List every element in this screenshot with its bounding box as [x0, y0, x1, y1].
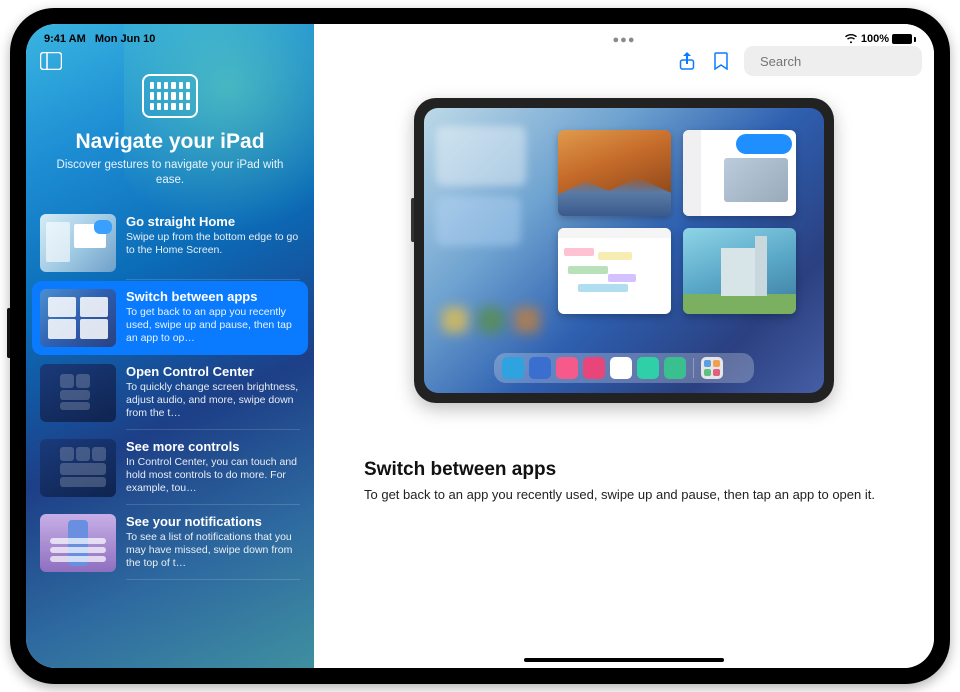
sidebar-thumb — [40, 514, 116, 572]
ipad-screen: 9:41 AM Mon Jun 10 100% — [26, 24, 934, 668]
sidebar: Navigate your iPad Discover gestures to … — [26, 24, 314, 668]
search-field[interactable] — [744, 46, 922, 76]
sidebar-item-go-straight-home[interactable]: Go straight Home Swipe up from the botto… — [32, 206, 308, 280]
sidebar-thumb — [40, 289, 116, 347]
sidebar-item-title: See your notifications — [126, 514, 300, 529]
sidebar-item-desc: To get back to an app you recently used,… — [126, 306, 300, 345]
navigate-ipad-icon — [142, 74, 198, 118]
sidebar-item-desc: To quickly change screen brightness, adj… — [126, 381, 300, 420]
home-indicator[interactable] — [524, 658, 724, 662]
battery-percent: 100% — [861, 33, 889, 45]
content-desc: To get back to an app you recently used,… — [364, 487, 884, 502]
sidebar-item-title: Open Control Center — [126, 364, 300, 379]
search-input[interactable] — [760, 54, 934, 69]
status-time: 9:41 AM — [44, 33, 86, 45]
sidebar-item-switch-between-apps[interactable]: Switch between apps To get back to an ap… — [32, 281, 308, 355]
sidebar-thumb — [40, 364, 116, 422]
sidebar-item-see-your-notifications[interactable]: See your notifications To see a list of … — [32, 506, 308, 580]
sidebar-list[interactable]: Go straight Home Swipe up from the botto… — [26, 202, 314, 668]
main-content: ●●● — [314, 24, 934, 668]
illustration-dock — [494, 353, 754, 383]
app-preview-maps — [683, 228, 796, 314]
share-button[interactable] — [676, 50, 698, 72]
app-preview-messages — [683, 130, 796, 216]
bookmark-button[interactable] — [710, 50, 732, 72]
sidebar-item-desc: To see a list of notifications that you … — [126, 531, 300, 570]
sidebar-thumb — [40, 439, 116, 497]
ipad-illustration — [414, 98, 834, 403]
sidebar-subtitle: Discover gestures to navigate your iPad … — [48, 158, 292, 188]
illustration-area: Switch between apps To get back to an ap… — [314, 76, 934, 668]
sidebar-toggle-button[interactable] — [40, 52, 62, 70]
status-bar: 9:41 AM Mon Jun 10 100% — [26, 28, 934, 50]
app-preview-calendar — [558, 228, 671, 314]
content-title: Switch between apps — [364, 459, 884, 481]
sidebar-thumb — [40, 214, 116, 272]
sidebar-item-open-control-center[interactable]: Open Control Center To quickly change sc… — [32, 356, 308, 430]
sidebar-item-title: Switch between apps — [126, 289, 300, 304]
status-date: Mon Jun 10 — [95, 33, 156, 45]
wifi-icon — [844, 34, 858, 44]
sidebar-item-title: See more controls — [126, 439, 300, 454]
sidebar-item-title: Go straight Home — [126, 214, 300, 229]
sidebar-item-desc: In Control Center, you can touch and hol… — [126, 456, 300, 495]
sidebar-item-desc: Swipe up from the bottom edge to go to t… — [126, 231, 300, 257]
sidebar-title: Navigate your iPad — [48, 130, 292, 154]
ipad-device-frame: 9:41 AM Mon Jun 10 100% — [10, 8, 950, 684]
sidebar-item-see-more-controls[interactable]: See more controls In Control Center, you… — [32, 431, 308, 505]
app-preview-photos — [558, 130, 671, 216]
battery-icon — [892, 34, 916, 44]
